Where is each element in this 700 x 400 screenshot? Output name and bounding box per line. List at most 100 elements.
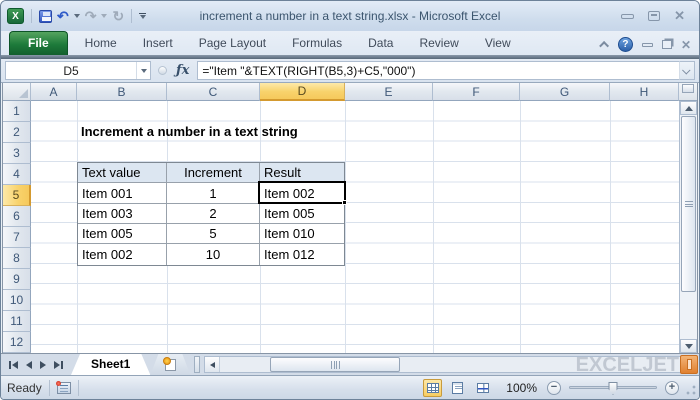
undo-icon[interactable]: ↶ bbox=[57, 9, 69, 23]
sheet-tab-sheet1[interactable]: Sheet1 bbox=[71, 354, 150, 375]
quick-access-toolbar: X ↶ ↷ ↻ bbox=[7, 8, 147, 24]
tab-insert[interactable]: Insert bbox=[130, 32, 186, 55]
row-header-11[interactable]: 11 bbox=[3, 311, 31, 332]
zoom-level[interactable]: 100% bbox=[506, 381, 537, 395]
insert-function-icon[interactable]: ƒx bbox=[174, 63, 197, 78]
first-sheet-icon[interactable] bbox=[9, 360, 18, 369]
row-header-8[interactable]: 8 bbox=[3, 248, 31, 269]
horizontal-scroll-thumb[interactable] bbox=[270, 357, 401, 372]
column-header-d[interactable]: D bbox=[260, 83, 345, 101]
expand-formula-bar-icon[interactable] bbox=[679, 61, 695, 80]
column-header-h[interactable]: H bbox=[610, 83, 679, 101]
page-break-view-button[interactable] bbox=[473, 379, 492, 397]
undo-dropdown-icon[interactable] bbox=[73, 14, 80, 18]
column-header-a[interactable]: A bbox=[31, 83, 77, 101]
maximize-icon[interactable] bbox=[648, 11, 661, 21]
cell-c7[interactable]: 5 bbox=[167, 224, 260, 245]
book-restore-icon[interactable] bbox=[661, 40, 672, 49]
formula-input[interactable]: ="Item "&TEXT(RIGHT(B5,3)+C5,"000") bbox=[197, 61, 679, 80]
next-sheet-icon[interactable] bbox=[40, 360, 46, 369]
scroll-down-icon[interactable] bbox=[680, 339, 697, 353]
name-box-dropdown-icon[interactable] bbox=[136, 62, 150, 79]
tab-data[interactable]: Data bbox=[355, 32, 406, 55]
column-header-c[interactable]: C bbox=[167, 83, 260, 101]
table-header-increment[interactable]: Increment bbox=[167, 163, 260, 184]
tab-split-handle[interactable] bbox=[194, 356, 201, 373]
row-header-1[interactable]: 1 bbox=[3, 101, 31, 122]
repeat-icon[interactable]: ↻ bbox=[112, 9, 124, 23]
column-header-g[interactable]: G bbox=[520, 83, 610, 101]
name-box[interactable]: D5 bbox=[5, 61, 151, 80]
cell-b8[interactable]: Item 002 bbox=[78, 244, 167, 265]
minimize-icon[interactable] bbox=[621, 13, 635, 19]
table-header-text-value[interactable]: Text value bbox=[78, 163, 167, 184]
row-header-3[interactable]: 3 bbox=[3, 143, 31, 164]
worksheet-grid: A B C D E F G H 1 2 3 4 5 6 7 8 9 10 11 bbox=[2, 83, 698, 353]
insert-worksheet-tab[interactable] bbox=[150, 354, 190, 375]
row-header-4[interactable]: 4 bbox=[3, 164, 31, 185]
tab-page-layout[interactable]: Page Layout bbox=[186, 32, 279, 55]
cell-b7[interactable]: Item 005 bbox=[78, 224, 167, 245]
row-header-9[interactable]: 9 bbox=[3, 269, 31, 290]
scroll-up-icon[interactable] bbox=[680, 101, 697, 115]
cell-d6[interactable]: Item 005 bbox=[260, 204, 344, 225]
vertical-scrollbar[interactable] bbox=[679, 101, 697, 353]
book-minimize-icon[interactable] bbox=[641, 42, 653, 47]
zoom-slider[interactable] bbox=[569, 382, 657, 395]
tab-review[interactable]: Review bbox=[406, 32, 471, 55]
cell-d5[interactable]: Item 002 bbox=[260, 183, 344, 204]
zoom-slider-thumb[interactable] bbox=[608, 382, 618, 395]
cell-b5[interactable]: Item 001 bbox=[78, 183, 167, 204]
sheet-tab-bar: Sheet1 EXCELJET bbox=[1, 353, 699, 376]
cell-c8[interactable]: 10 bbox=[167, 244, 260, 265]
status-mode: Ready bbox=[7, 380, 42, 395]
zoom-in-icon[interactable]: + bbox=[665, 380, 679, 395]
name-box-value: D5 bbox=[63, 63, 79, 78]
redo-icon[interactable]: ↷ bbox=[85, 9, 97, 23]
prev-sheet-icon[interactable] bbox=[26, 360, 32, 369]
cell-c6[interactable]: 2 bbox=[167, 203, 260, 225]
last-sheet-icon[interactable] bbox=[54, 360, 63, 369]
resize-grip[interactable] bbox=[685, 385, 697, 397]
save-icon[interactable] bbox=[39, 9, 52, 23]
row-header-12[interactable]: 12 bbox=[3, 332, 31, 353]
table-header-result[interactable]: Result bbox=[260, 163, 344, 184]
formula-bar-splitter[interactable] bbox=[158, 66, 167, 75]
column-header-e[interactable]: E bbox=[345, 83, 433, 101]
scroll-left-icon[interactable] bbox=[205, 357, 221, 372]
close-icon[interactable]: ✕ bbox=[674, 9, 685, 22]
column-header-b[interactable]: B bbox=[77, 83, 167, 101]
normal-view-button[interactable] bbox=[423, 378, 443, 397]
column-header-f[interactable]: F bbox=[433, 83, 520, 101]
row-header-2[interactable]: 2 bbox=[3, 122, 31, 143]
cell-d8[interactable]: Item 012 bbox=[260, 244, 344, 264]
help-icon[interactable]: ? bbox=[617, 37, 633, 52]
separator bbox=[31, 9, 32, 23]
excel-logo-icon[interactable]: X bbox=[7, 8, 24, 24]
cell-b6[interactable]: Item 003 bbox=[78, 203, 167, 225]
split-box[interactable] bbox=[682, 84, 694, 93]
row-header-7[interactable]: 7 bbox=[3, 227, 31, 248]
tab-formulas[interactable]: Formulas bbox=[279, 32, 355, 55]
select-all-button[interactable] bbox=[3, 83, 31, 101]
tab-home[interactable]: Home bbox=[72, 32, 130, 55]
minimize-ribbon-icon[interactable] bbox=[599, 40, 609, 51]
horizontal-scrollbar[interactable] bbox=[204, 356, 697, 373]
row-header-10[interactable]: 10 bbox=[3, 290, 31, 311]
customize-qat-icon[interactable] bbox=[139, 13, 147, 19]
page-break-view-icon bbox=[476, 382, 489, 393]
cells-area[interactable]: Increment a number in a text string Text… bbox=[31, 101, 679, 353]
macro-record-icon[interactable] bbox=[55, 380, 71, 394]
row-header-5[interactable]: 5 bbox=[3, 185, 31, 206]
zoom-out-icon[interactable]: − bbox=[547, 380, 561, 395]
tab-file[interactable]: File bbox=[9, 31, 68, 55]
tab-view[interactable]: View bbox=[472, 32, 524, 55]
cell-c5[interactable]: 1 bbox=[167, 183, 260, 204]
row-header-6[interactable]: 6 bbox=[3, 206, 31, 227]
vertical-scroll-thumb[interactable] bbox=[681, 116, 696, 292]
book-close-icon[interactable]: ✕ bbox=[681, 39, 691, 51]
redo-dropdown-icon[interactable] bbox=[101, 14, 108, 18]
cell-d7[interactable]: Item 010 bbox=[260, 224, 344, 245]
worksheet-title-cell[interactable]: Increment a number in a text string bbox=[81, 121, 298, 141]
page-layout-view-button[interactable] bbox=[448, 379, 467, 397]
